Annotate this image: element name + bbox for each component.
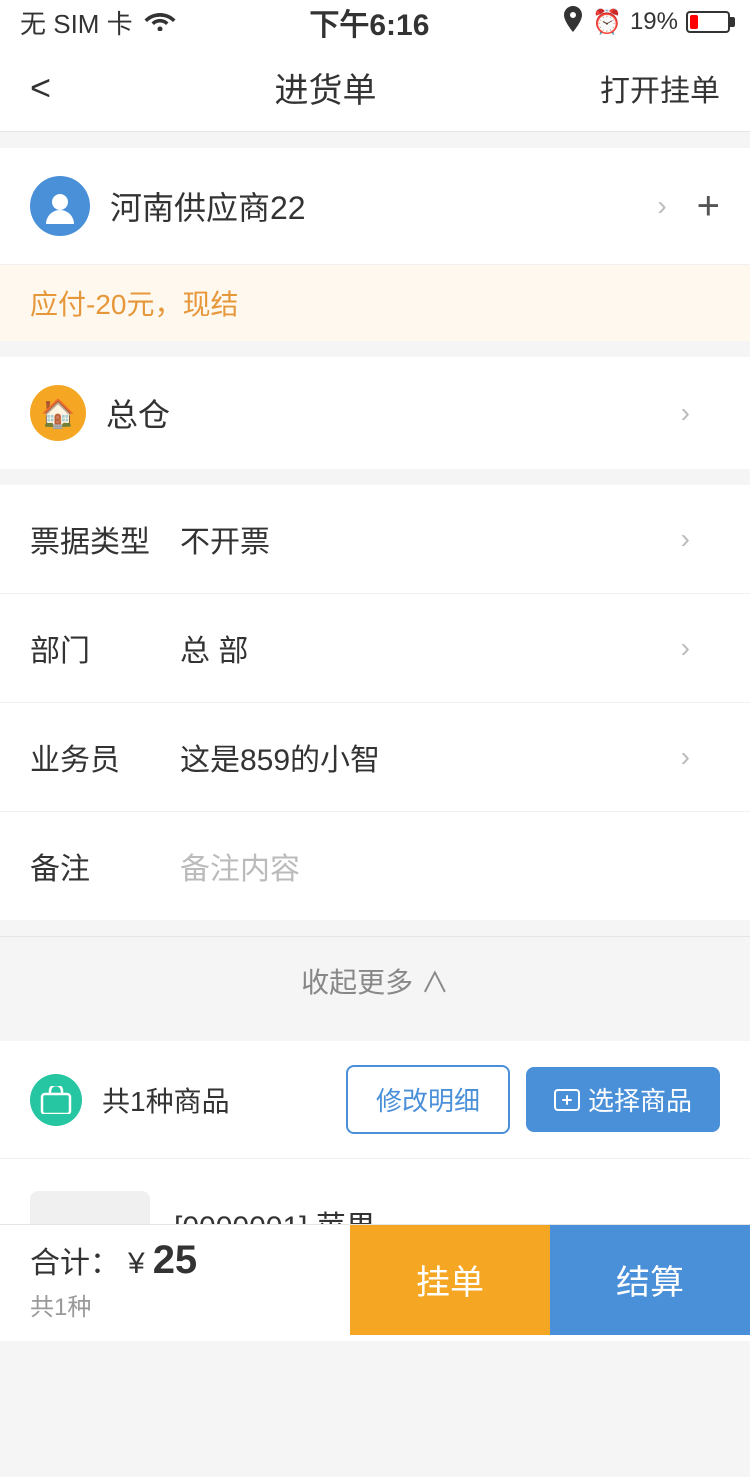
edit-details-button[interactable]: 修改明细 bbox=[346, 1065, 510, 1134]
dept-chevron-icon: › bbox=[681, 632, 690, 664]
remark-label: 备注 bbox=[30, 844, 170, 888]
back-button[interactable]: < bbox=[30, 67, 51, 109]
invoice-row[interactable]: 票据类型 不开票 › bbox=[0, 485, 750, 594]
open-hang-button[interactable]: 打开挂单 bbox=[600, 66, 720, 110]
product-count-label: 共1种商品 bbox=[102, 1080, 346, 1120]
remark-input[interactable]: 备注内容 bbox=[170, 844, 720, 888]
bottom-bar: 合计： ¥ 25 共1种 挂单 结算 bbox=[0, 1224, 750, 1334]
total-amount: 25 bbox=[153, 1238, 198, 1283]
nav-bar: < 进货单 打开挂单 bbox=[0, 44, 750, 132]
supplier-alert: 应付-20元，现结 bbox=[0, 265, 750, 341]
status-bar: 无 SIM 卡 下午6:16 ⏰ 19% bbox=[0, 0, 750, 44]
hang-button[interactable]: 挂单 bbox=[350, 1225, 550, 1335]
currency-symbol: ¥ bbox=[128, 1247, 145, 1281]
invoice-label: 票据类型 bbox=[30, 517, 170, 561]
supplier-avatar bbox=[30, 176, 90, 236]
invoice-chevron-icon: › bbox=[681, 523, 690, 555]
battery-percent: 19% bbox=[630, 8, 678, 36]
alarm-icon: ⏰ bbox=[592, 8, 622, 37]
warehouse-card: 🏠 总仓 › bbox=[0, 357, 750, 469]
carrier-text: 无 SIM 卡 bbox=[20, 4, 133, 41]
status-left: 无 SIM 卡 bbox=[20, 4, 177, 41]
warehouse-chevron-icon: › bbox=[681, 397, 690, 429]
house-icon: 🏠 bbox=[41, 397, 76, 430]
supplier-chevron-icon: › bbox=[657, 190, 666, 222]
supplier-row[interactable]: 河南供应商22 › + bbox=[0, 148, 750, 265]
total-section: 合计： ¥ 25 共1种 bbox=[0, 1238, 350, 1322]
staff-label: 业务员 bbox=[30, 735, 170, 779]
status-right: ⏰ 19% bbox=[562, 6, 730, 39]
staff-value: 这是859的小智 bbox=[170, 735, 681, 779]
staff-row[interactable]: 业务员 这是859的小智 › bbox=[0, 703, 750, 812]
form-card: 票据类型 不开票 › 部门 总 部 › 业务员 这是859的小智 › 备注 备注… bbox=[0, 485, 750, 920]
dept-label: 部门 bbox=[30, 626, 170, 670]
product-header: 共1种商品 修改明细 选择商品 bbox=[0, 1041, 750, 1159]
product-count-icon bbox=[30, 1074, 82, 1126]
total-count: 共1种 bbox=[30, 1287, 320, 1322]
dept-value: 总 部 bbox=[170, 626, 681, 670]
add-button[interactable]: + bbox=[697, 184, 720, 229]
location-icon bbox=[562, 6, 584, 39]
supplier-card: 河南供应商22 › + 应付-20元，现结 bbox=[0, 148, 750, 341]
select-product-button[interactable]: 选择商品 bbox=[526, 1067, 720, 1132]
total-label: 合计： bbox=[30, 1238, 120, 1282]
collapse-row[interactable]: 收起更多 ∧ bbox=[0, 936, 750, 1025]
warehouse-name: 总仓 bbox=[106, 390, 681, 436]
warehouse-row[interactable]: 🏠 总仓 › bbox=[0, 357, 750, 469]
page-title: 进货单 bbox=[275, 63, 377, 112]
remark-row[interactable]: 备注 备注内容 bbox=[0, 812, 750, 920]
staff-chevron-icon: › bbox=[681, 741, 690, 773]
supplier-name: 河南供应商22 bbox=[110, 183, 657, 229]
warehouse-icon: 🏠 bbox=[30, 385, 86, 441]
battery-icon bbox=[686, 11, 730, 33]
status-time: 下午6:16 bbox=[309, 0, 429, 44]
wifi-icon bbox=[143, 7, 177, 38]
invoice-value: 不开票 bbox=[170, 517, 681, 561]
select-product-label: 选择商品 bbox=[588, 1081, 692, 1118]
dept-row[interactable]: 部门 总 部 › bbox=[0, 594, 750, 703]
checkout-button[interactable]: 结算 bbox=[550, 1225, 750, 1335]
